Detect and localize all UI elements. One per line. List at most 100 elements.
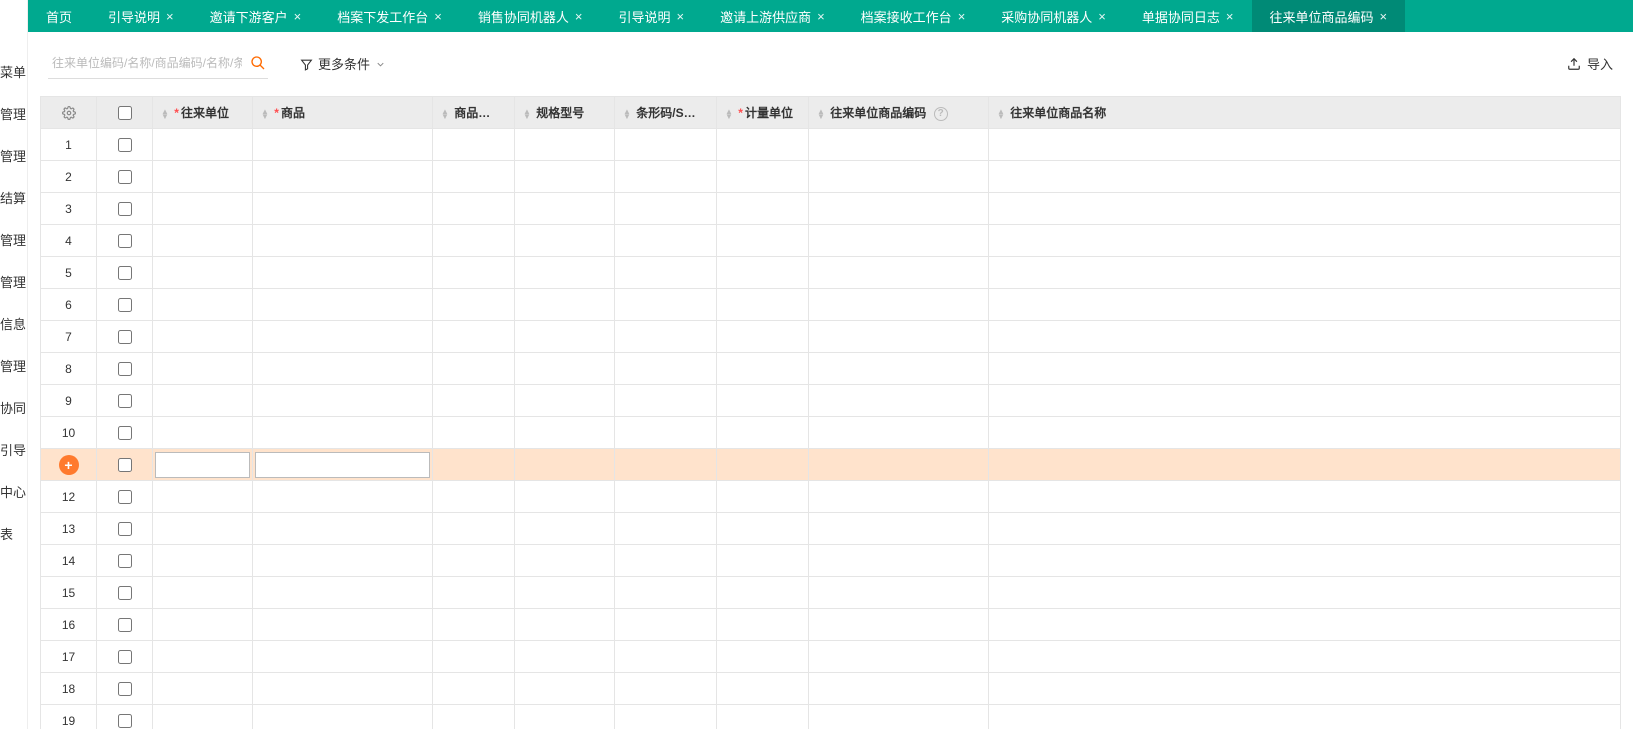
cell[interactable] bbox=[809, 609, 989, 641]
cell[interactable] bbox=[515, 161, 615, 193]
cell[interactable] bbox=[253, 289, 433, 321]
table-row[interactable]: + bbox=[41, 449, 1621, 481]
cell[interactable] bbox=[153, 545, 253, 577]
cell[interactable] bbox=[989, 225, 1621, 257]
cell[interactable] bbox=[615, 385, 717, 417]
cell[interactable] bbox=[615, 289, 717, 321]
cell[interactable] bbox=[433, 481, 515, 513]
table-row[interactable]: 13 bbox=[41, 513, 1621, 545]
cell[interactable] bbox=[989, 129, 1621, 161]
row-checkbox[interactable] bbox=[118, 618, 132, 632]
row-checkbox[interactable] bbox=[118, 170, 132, 184]
cell[interactable] bbox=[515, 545, 615, 577]
tab-3[interactable]: 档案下发工作台× bbox=[319, 0, 460, 32]
cell[interactable] bbox=[433, 385, 515, 417]
cell[interactable] bbox=[989, 321, 1621, 353]
close-icon[interactable]: × bbox=[294, 9, 302, 24]
cell[interactable] bbox=[515, 673, 615, 705]
cell[interactable] bbox=[253, 609, 433, 641]
cell[interactable] bbox=[615, 705, 717, 729]
col-uom[interactable]: ▲▼ *计量单位 bbox=[717, 97, 809, 129]
cell[interactable] bbox=[809, 705, 989, 729]
table-row[interactable]: 16 bbox=[41, 609, 1621, 641]
cell[interactable] bbox=[809, 321, 989, 353]
add-row-icon[interactable]: + bbox=[59, 455, 79, 475]
row-checkbox[interactable] bbox=[118, 554, 132, 568]
cell[interactable] bbox=[433, 513, 515, 545]
cell[interactable] bbox=[153, 705, 253, 729]
cell[interactable] bbox=[153, 673, 253, 705]
cell[interactable] bbox=[153, 289, 253, 321]
cell[interactable] bbox=[153, 449, 253, 481]
cell[interactable] bbox=[253, 417, 433, 449]
cell[interactable] bbox=[989, 577, 1621, 609]
sidebar-item-7[interactable]: 管理 bbox=[0, 346, 27, 388]
cell[interactable] bbox=[717, 641, 809, 673]
close-icon[interactable]: × bbox=[676, 9, 684, 24]
cell[interactable] bbox=[809, 513, 989, 545]
cell[interactable] bbox=[515, 129, 615, 161]
row-checkbox[interactable] bbox=[118, 714, 132, 728]
cell[interactable] bbox=[989, 449, 1621, 481]
table-row[interactable]: 2 bbox=[41, 161, 1621, 193]
cell[interactable] bbox=[809, 481, 989, 513]
cell[interactable] bbox=[809, 577, 989, 609]
goods-input[interactable] bbox=[255, 452, 430, 478]
cell[interactable] bbox=[809, 225, 989, 257]
row-checkbox[interactable] bbox=[118, 202, 132, 216]
table-row[interactable]: 12 bbox=[41, 481, 1621, 513]
sidebar-item-9[interactable]: 引导 bbox=[0, 430, 27, 472]
cell[interactable] bbox=[989, 289, 1621, 321]
cell[interactable] bbox=[615, 481, 717, 513]
cell[interactable] bbox=[717, 321, 809, 353]
cell[interactable] bbox=[433, 129, 515, 161]
cell[interactable] bbox=[717, 129, 809, 161]
sidebar-item-0[interactable]: 菜单 bbox=[0, 52, 27, 94]
cell[interactable] bbox=[153, 609, 253, 641]
cell[interactable] bbox=[717, 481, 809, 513]
cell[interactable] bbox=[615, 257, 717, 289]
sidebar-item-6[interactable]: 信息 bbox=[0, 304, 27, 346]
cell[interactable] bbox=[515, 513, 615, 545]
cell[interactable] bbox=[433, 193, 515, 225]
tab-4[interactable]: 销售协同机器人× bbox=[460, 0, 601, 32]
cell[interactable] bbox=[989, 353, 1621, 385]
cell[interactable] bbox=[253, 129, 433, 161]
cell[interactable] bbox=[515, 481, 615, 513]
cell[interactable] bbox=[515, 193, 615, 225]
row-checkbox[interactable] bbox=[118, 490, 132, 504]
cell[interactable] bbox=[253, 193, 433, 225]
cell[interactable] bbox=[717, 417, 809, 449]
cell[interactable] bbox=[615, 545, 717, 577]
tab-9[interactable]: 单据协同日志× bbox=[1124, 0, 1252, 32]
cell[interactable] bbox=[515, 225, 615, 257]
cell[interactable] bbox=[433, 705, 515, 729]
table-row[interactable]: 9 bbox=[41, 385, 1621, 417]
sidebar-item-3[interactable]: 结算 bbox=[0, 178, 27, 220]
cell[interactable] bbox=[515, 641, 615, 673]
cell[interactable] bbox=[615, 353, 717, 385]
cell[interactable] bbox=[433, 609, 515, 641]
cell[interactable] bbox=[615, 193, 717, 225]
sidebar-item-5[interactable]: 管理 bbox=[0, 262, 27, 304]
cell[interactable] bbox=[615, 129, 717, 161]
table-row[interactable]: 19 bbox=[41, 705, 1621, 729]
cell[interactable] bbox=[153, 129, 253, 161]
row-checkbox[interactable] bbox=[118, 586, 132, 600]
cell[interactable] bbox=[809, 193, 989, 225]
cell[interactable] bbox=[253, 481, 433, 513]
more-filter-button[interactable]: 更多条件 bbox=[300, 54, 386, 73]
cell[interactable] bbox=[153, 321, 253, 353]
cell[interactable] bbox=[809, 161, 989, 193]
cell[interactable] bbox=[253, 513, 433, 545]
cell[interactable] bbox=[433, 577, 515, 609]
cell[interactable] bbox=[809, 545, 989, 577]
cell[interactable] bbox=[433, 641, 515, 673]
cell[interactable] bbox=[989, 385, 1621, 417]
cell[interactable] bbox=[717, 193, 809, 225]
row-checkbox[interactable] bbox=[118, 426, 132, 440]
sidebar-item-8[interactable]: 协同 bbox=[0, 388, 27, 430]
cell[interactable] bbox=[717, 673, 809, 705]
cell[interactable] bbox=[433, 289, 515, 321]
col-partner-unit[interactable]: ▲▼ *往来单位 bbox=[153, 97, 253, 129]
